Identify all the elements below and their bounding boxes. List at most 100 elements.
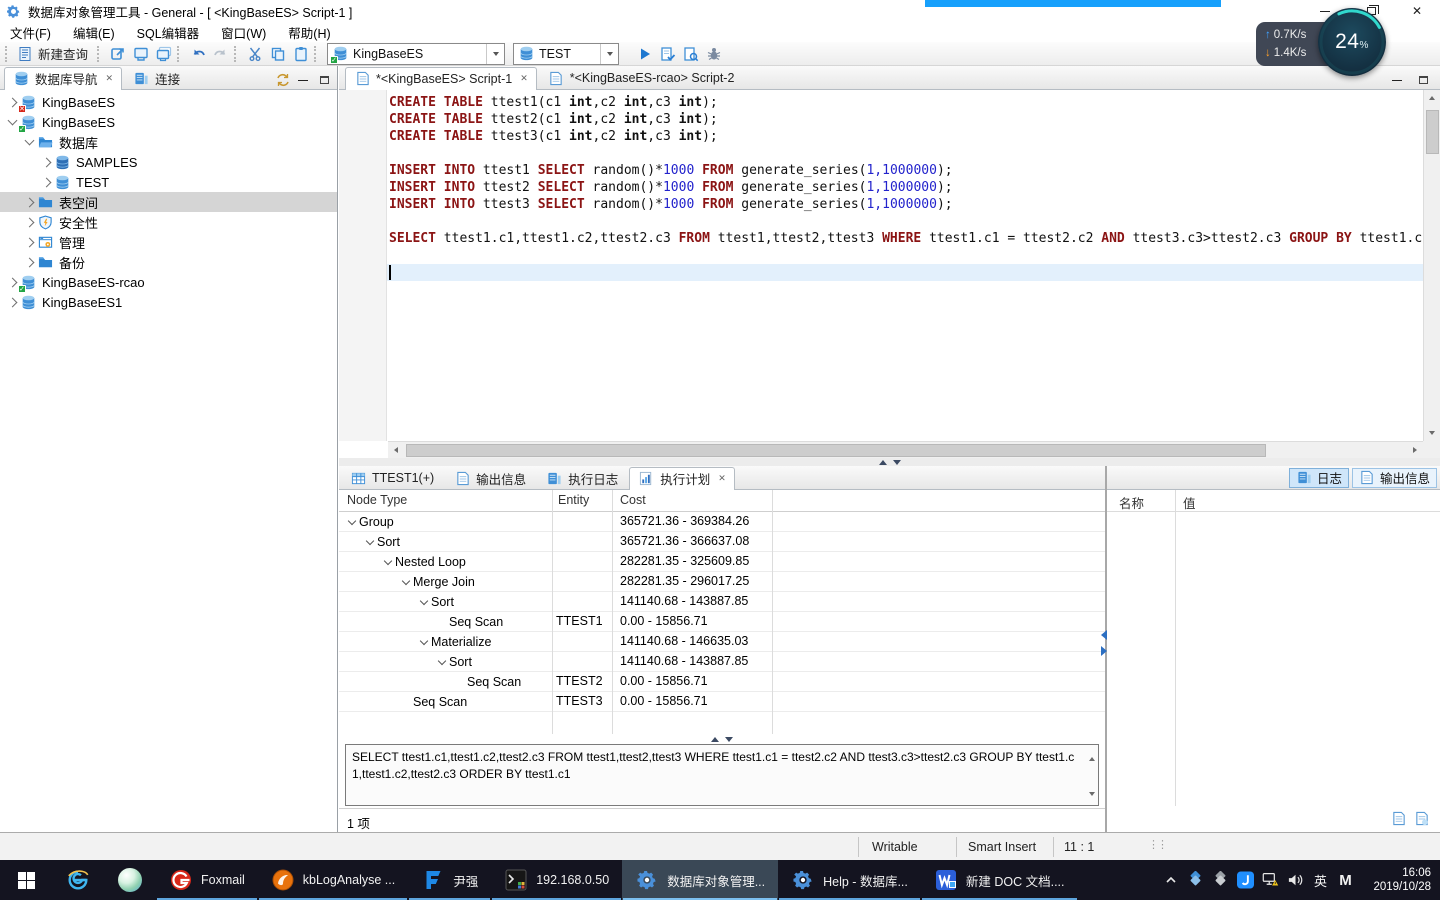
plan-row-sort[interactable]: Sort 141140.68 - 143887.85 (339, 652, 1105, 672)
scroll-up-icon[interactable] (1089, 749, 1095, 766)
view-script-button[interactable] (679, 43, 702, 65)
taskbar-app-dbtool[interactable]: 数据库对象管理... (622, 860, 779, 900)
chevron-right-icon[interactable] (21, 257, 37, 267)
horizontal-scrollbar[interactable] (388, 441, 1423, 458)
ime-indicator[interactable]: 英 (1308, 860, 1333, 900)
chevron-down-icon[interactable] (345, 516, 359, 526)
debug-button[interactable] (702, 43, 725, 65)
paste-button[interactable] (289, 43, 312, 65)
tree-item-表空间[interactable]: 表空间 (0, 192, 337, 212)
connection-combo[interactable]: ✓ KingBaseES (327, 42, 506, 65)
m-tray-icon[interactable]: M (1333, 860, 1358, 900)
editor-code[interactable]: CREATE TABLE ttest1(c1 int,c2 int,c3 int… (389, 94, 1422, 434)
taskbar-app-wps[interactable]: 新建 DOC 文档.... (921, 860, 1078, 900)
scrollbar-thumb[interactable] (406, 444, 1266, 457)
plan-row-sort[interactable]: Sort 141140.68 - 143887.85 (339, 592, 1105, 612)
chevron-right-icon[interactable] (21, 197, 37, 207)
close-icon[interactable]: ✕ (106, 73, 114, 84)
plan-row-seq-scan-TTEST2[interactable]: Seq Scan TTEST2 0.00 - 15856.71 (339, 672, 1105, 692)
statement-preview-box[interactable]: SELECT ttest1.c1,ttest1.c2,ttest2.c3 FRO… (345, 744, 1099, 806)
chevron-right-icon[interactable] (21, 217, 37, 227)
chevron-down-icon[interactable] (417, 596, 431, 606)
save-all-button[interactable] (152, 43, 175, 65)
tree-item-KingBaseES-rcao[interactable]: ✓ KingBaseES-rcao (0, 272, 337, 293)
network-status-icon[interactable] (1258, 860, 1283, 900)
undo-button[interactable] (186, 43, 209, 65)
close-button[interactable]: ✕ (1394, 0, 1440, 22)
tab-connections[interactable]: 连接 (124, 66, 189, 89)
taskbar-app-help[interactable]: Help - 数据库... (778, 860, 921, 900)
vertical-scrollbar[interactable] (1423, 90, 1440, 441)
menu-window[interactable]: 窗口(W) (221, 23, 266, 42)
chevron-right-icon[interactable] (38, 177, 54, 187)
plan-row-sort[interactable]: Sort 365721.36 - 366637.08 (339, 532, 1105, 552)
new-query-button[interactable]: 新建查询 (14, 43, 95, 65)
tree-item-SAMPLES[interactable]: SAMPLES (0, 152, 337, 172)
tree-item-数据库[interactable]: 数据库 (0, 132, 337, 152)
tree-item-TEST[interactable]: TEST (0, 172, 337, 192)
memory-usage-ball[interactable]: 24% (1318, 8, 1386, 76)
tray-app2-icon[interactable] (1208, 860, 1233, 900)
expand-up-icon[interactable] (878, 459, 887, 465)
chevron-down-icon[interactable] (399, 576, 413, 586)
tab-execution-log[interactable]: 执行日志 (537, 466, 627, 489)
plan-row-group[interactable]: Group 365721.36 - 369384.26 (339, 512, 1105, 532)
scrollbar-thumb[interactable] (1426, 110, 1439, 154)
copy-button[interactable] (266, 43, 289, 65)
plan-row-seq-scan-TTEST3[interactable]: Seq Scan TTEST3 0.00 - 15856.71 (339, 692, 1105, 712)
panel-splitter[interactable] (1098, 630, 1110, 670)
plan-row-merge-join[interactable]: Merge Join 282281.35 - 296017.25 (339, 572, 1105, 592)
chevron-down-icon[interactable] (600, 43, 618, 64)
chevron-down-icon[interactable] (21, 135, 37, 146)
collapse-down-icon[interactable] (892, 459, 901, 465)
tree-item-KingBaseES[interactable]: ✓ KingBaseES (0, 112, 337, 133)
chevron-right-icon[interactable] (38, 157, 54, 167)
tray-expand-icon[interactable] (1158, 860, 1183, 900)
scroll-up-icon[interactable] (1424, 90, 1440, 106)
sql-editor[interactable]: CREATE TABLE ttest1(c1 int,c2 int,c3 int… (339, 90, 1440, 458)
menu-help[interactable]: 帮助(H) (288, 23, 330, 42)
validate-script-button[interactable] (656, 43, 679, 65)
taskbar-app-kblog[interactable]: kbLogAnalyse ... (258, 860, 408, 900)
column-entity[interactable]: Entity (558, 493, 589, 507)
tab-execution-plan[interactable]: 执行计划 ✕ (629, 467, 735, 490)
minimize-editor-icon[interactable] (1388, 71, 1406, 89)
taskbar-app-start[interactable] (0, 860, 52, 900)
tree-item-安全性[interactable]: 安全性 (0, 212, 337, 232)
tree-item-备份[interactable]: 备份 (0, 252, 337, 272)
taskbar-app-foxmail[interactable]: Foxmail (156, 860, 258, 900)
maximize-editor-icon[interactable] (1414, 71, 1432, 89)
scroll-down-icon[interactable] (1089, 784, 1095, 801)
tree-item-KingBaseES1[interactable]: KingBaseES1 (0, 292, 337, 312)
tab-script-2[interactable]: *<KingBaseES-rcao> Script-2 (539, 66, 744, 89)
column-name[interactable]: 名称 (1119, 493, 1144, 512)
editor-panel-sash[interactable] (339, 458, 1440, 466)
scroll-left-icon[interactable] (388, 442, 404, 458)
chevron-down-icon[interactable] (381, 556, 395, 566)
tab-output-info[interactable]: 输出信息 (445, 466, 535, 489)
save-log-icon[interactable] (1413, 810, 1430, 827)
link-with-editor-icon[interactable] (274, 72, 291, 89)
close-icon[interactable]: ✕ (520, 73, 528, 84)
export-button[interactable] (106, 43, 129, 65)
run-button[interactable] (633, 43, 656, 65)
plan-row-materialize[interactable]: Materialize 141140.68 - 146635.03 (339, 632, 1105, 652)
plan-row-seq-scan-TTEST1[interactable]: Seq Scan TTEST1 0.00 - 15856.71 (339, 612, 1105, 632)
scroll-right-icon[interactable] (1407, 442, 1423, 458)
save-button[interactable] (129, 43, 152, 65)
chevron-down-icon[interactable] (4, 115, 20, 126)
taskbar-app-feiq[interactable]: 尹强 (408, 860, 491, 900)
chevron-right-icon[interactable] (21, 237, 37, 247)
menu-sql-editor[interactable]: SQL编辑器 (137, 23, 200, 42)
tab-output-info-right[interactable]: 输出信息 (1351, 467, 1437, 488)
chevron-down-icon[interactable] (435, 656, 449, 666)
minimize-panel-icon[interactable] (294, 71, 312, 89)
tab-script-1[interactable]: *<KingBaseES> Script-1 ✕ (345, 67, 537, 90)
plan-row-nested-loop[interactable]: Nested Loop 282281.35 - 325609.85 (339, 552, 1105, 572)
collapse-down-icon[interactable] (725, 736, 733, 742)
column-cost[interactable]: Cost (620, 493, 646, 507)
plan-preview-sash[interactable] (339, 734, 1105, 744)
tray-app3-icon[interactable] (1233, 860, 1258, 900)
volume-icon[interactable] (1283, 860, 1308, 900)
close-icon[interactable]: ✕ (718, 473, 726, 484)
